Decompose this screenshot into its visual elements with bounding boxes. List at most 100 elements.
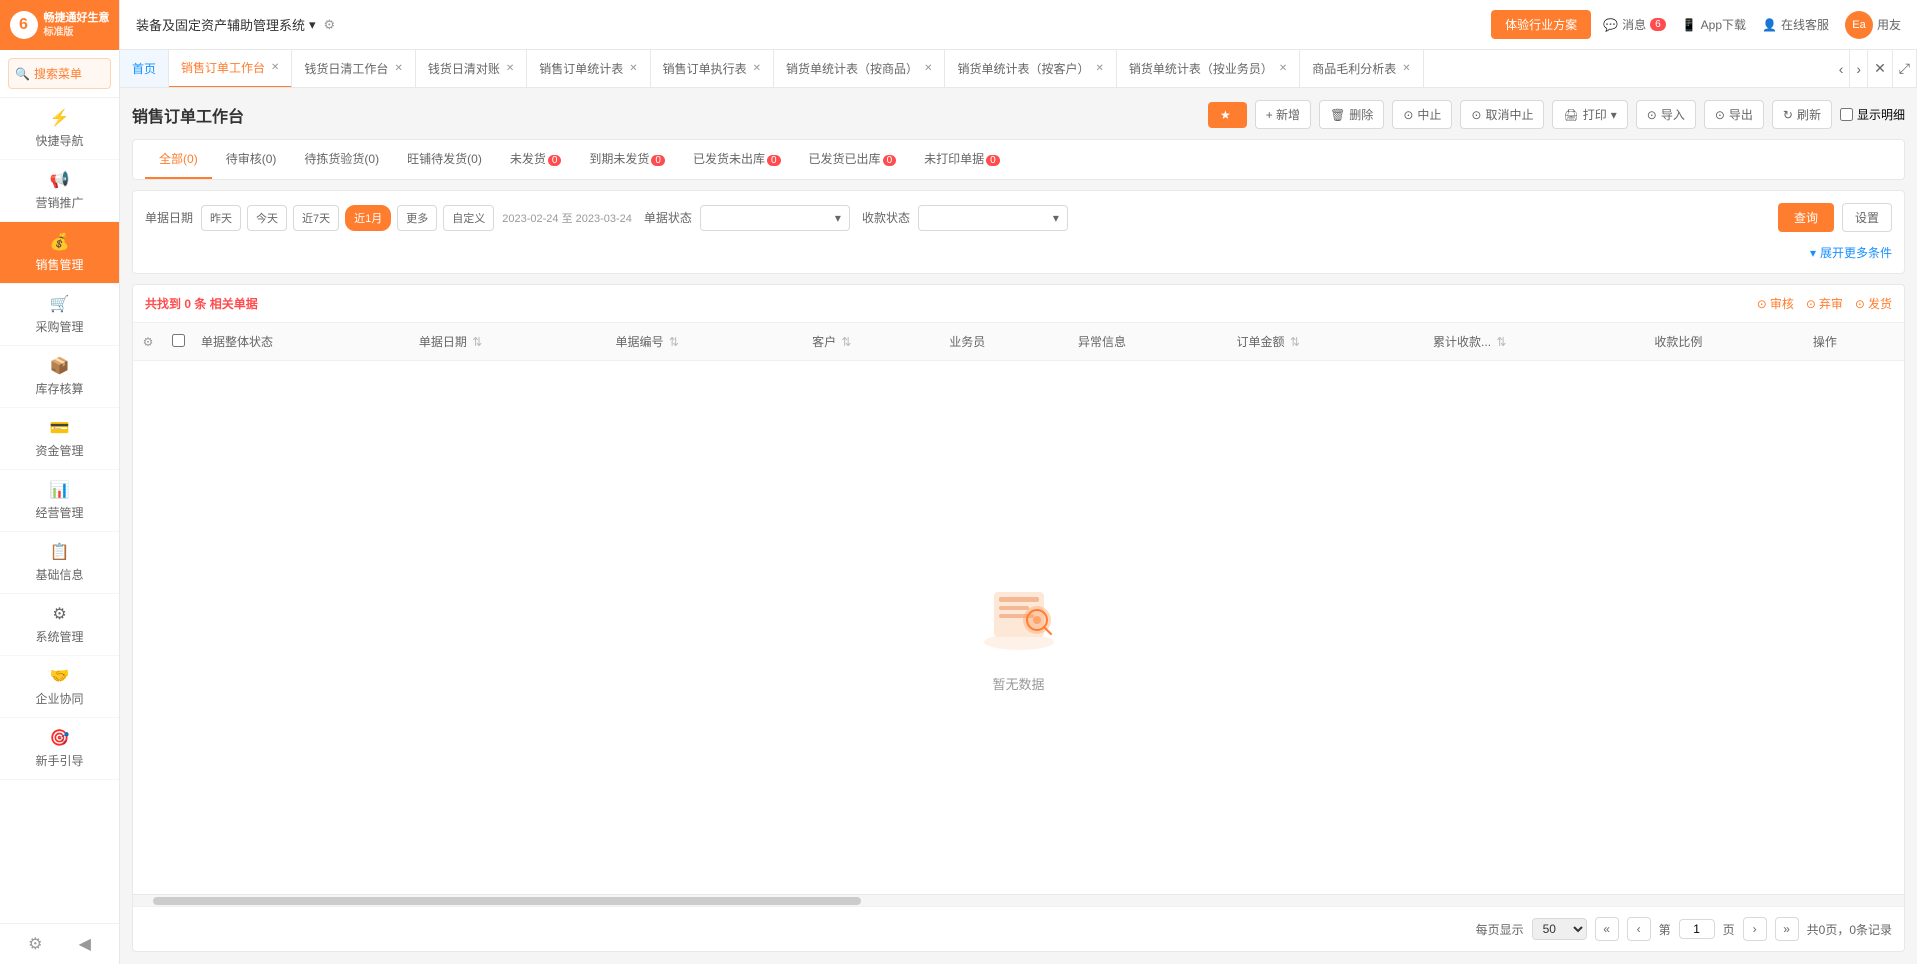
cancel-stop-button[interactable]: ⊙ 取消中止 [1460, 100, 1544, 129]
system-title-dropdown[interactable]: 装备及固定资产辅助管理系统 ▾ [136, 15, 316, 34]
date-btn-yesterday[interactable]: 昨天 [201, 205, 241, 231]
show-detail-checkbox[interactable] [1840, 108, 1853, 121]
tab-sales-summary-staff[interactable]: 销货单统计表（按业务员） ✕ [1117, 50, 1300, 88]
message-action[interactable]: 💬 消息 6 [1603, 16, 1666, 33]
query-button[interactable]: 查询 [1778, 203, 1834, 232]
filter-tab-pending-review[interactable]: 待审核(0) [212, 140, 291, 179]
tab-close-sales-stats[interactable]: ✕ [629, 63, 637, 74]
solution-button[interactable]: 体验行业方案 [1491, 10, 1591, 39]
filter-tab-shipped-not-out[interactable]: 已发货未出库0 [679, 140, 795, 179]
tab-expand-button[interactable]: ⤢ [1893, 50, 1917, 88]
tab-sales-exec[interactable]: 销售订单执行表 ✕ [651, 50, 774, 88]
date-btn-more[interactable]: 更多 [397, 205, 437, 231]
tab-close-sales-exec[interactable]: ✕ [753, 63, 761, 74]
scroll-thumb[interactable] [153, 897, 861, 905]
filter-tab-not-shipped[interactable]: 未发货0 [496, 140, 576, 179]
stop-button[interactable]: ⊙ 中止 [1392, 100, 1452, 129]
filter-tab-wangpu-pending[interactable]: 旺铺待发货(0) [393, 140, 496, 179]
sidebar-item-finance[interactable]: 💳 资金管理 [0, 408, 119, 470]
filter-tab-shipped-out[interactable]: 已发货已出库0 [795, 140, 911, 179]
sort-number-icon[interactable]: ⇅ [669, 335, 679, 349]
tab-close-sales-summary-staff[interactable]: ✕ [1279, 63, 1287, 74]
horizontal-scrollbar[interactable] [133, 894, 1904, 906]
tab-close-sales-summary-product[interactable]: ✕ [924, 63, 932, 74]
print-button[interactable]: 🖨 打印 ▾ [1552, 100, 1627, 129]
column-settings[interactable]: ⚙ [133, 323, 163, 361]
search-menu-button[interactable]: 🔍 搜索菜单 [8, 58, 111, 89]
tab-home[interactable]: 首页 [120, 50, 169, 88]
not-shipped-badge: 0 [548, 155, 562, 166]
sidebar-item-system[interactable]: ⚙ 系统管理 [0, 594, 119, 656]
page-prev-button[interactable]: ‹ [1627, 917, 1651, 941]
set-button[interactable]: 设置 [1842, 203, 1892, 232]
sort-customer-icon[interactable]: ⇅ [841, 335, 851, 349]
result-count: 0 [184, 297, 191, 311]
payment-select[interactable]: ▾ [918, 205, 1068, 231]
show-detail-checkbox-label[interactable]: 显示明细 [1840, 106, 1905, 123]
tab-sales-stats[interactable]: 销售订单统计表 ✕ [527, 50, 650, 88]
filter-tabs: 全部(0) 待审核(0) 待拣货验货(0) 旺铺待发货(0) 未发货0 到期未发… [132, 139, 1905, 180]
settings-gear-icon[interactable]: ⚙ [324, 17, 336, 33]
sidebar-item-purchase[interactable]: 🛒 采购管理 [0, 284, 119, 346]
collapse-sidebar-icon[interactable]: ◀ [79, 934, 91, 954]
tab-close-sales-summary-customer[interactable]: ✕ [1095, 63, 1103, 74]
delete-button[interactable]: 🗑 删除 [1319, 100, 1384, 129]
settings-bottom-icon[interactable]: ⚙ [28, 934, 42, 954]
select-all-header[interactable] [163, 323, 193, 361]
ship-action[interactable]: ⊙ 发货 [1855, 295, 1892, 312]
page-next-button[interactable]: › [1743, 917, 1767, 941]
date-btn-today[interactable]: 今天 [247, 205, 287, 231]
export-button[interactable]: ⊙ 导出 [1704, 100, 1764, 129]
tab-close-sales-workbench[interactable]: ✕ [271, 62, 279, 73]
import-button[interactable]: ⊙ 导入 [1636, 100, 1696, 129]
page-number-input[interactable] [1679, 919, 1715, 939]
filter-tab-all[interactable]: 全部(0) [145, 140, 212, 179]
refresh-button[interactable]: ↻ 刷新 [1772, 100, 1832, 129]
user-profile-action[interactable]: Ea 用友 [1845, 11, 1901, 39]
page-first-button[interactable]: « [1595, 917, 1619, 941]
tab-gross-profit[interactable]: 商品毛利分析表 ✕ [1300, 50, 1423, 88]
tab-sales-summary-product[interactable]: 销货单统计表（按商品） ✕ [774, 50, 945, 88]
date-btn-custom[interactable]: 自定义 [443, 205, 494, 231]
sidebar-item-operation[interactable]: 📊 经营管理 [0, 470, 119, 532]
data-table: ⚙ 单据整体状态 单据日期 ⇅ 单据编号 ⇅ [133, 323, 1904, 361]
sidebar-item-sales[interactable]: 💰 销售管理 [0, 222, 119, 284]
review-action[interactable]: ⊙ 审核 [1757, 295, 1794, 312]
status-select[interactable]: ▾ [700, 205, 850, 231]
sort-amount-icon[interactable]: ⇅ [1290, 335, 1300, 349]
add-button[interactable]: + 新增 [1255, 100, 1311, 129]
sidebar-item-basic[interactable]: 📋 基础信息 [0, 532, 119, 594]
tab-cash-reconcile[interactable]: 钱货日清对账 ✕ [416, 50, 527, 88]
tab-sales-workbench[interactable]: 销售订单工作台 ✕ [169, 50, 292, 88]
page-size-select[interactable]: 50 20 100 [1532, 918, 1587, 940]
expand-conditions-button[interactable]: ▾ 展开更多条件 [1810, 244, 1892, 261]
sort-collected-icon[interactable]: ⇅ [1496, 335, 1506, 349]
filter-tab-pending-inspect[interactable]: 待拣货验货(0) [290, 140, 393, 179]
online-service-action[interactable]: 👤 在线客服 [1762, 16, 1829, 33]
sidebar-item-cooperation[interactable]: 🤝 企业协同 [0, 656, 119, 718]
filter-tab-not-printed[interactable]: 未打印单据0 [910, 140, 1014, 179]
tab-close-cash-daily[interactable]: ✕ [394, 63, 402, 74]
sidebar-search-area: 🔍 搜索菜单 [0, 50, 119, 98]
tab-close-all-button[interactable]: ✕ [1868, 50, 1893, 88]
tab-next-button[interactable]: › [1850, 50, 1868, 88]
cancel-review-action[interactable]: ⊙ 弃审 [1806, 295, 1843, 312]
tab-close-gross-profit[interactable]: ✕ [1402, 63, 1410, 74]
page-last-button[interactable]: » [1775, 917, 1799, 941]
tab-sales-summary-customer[interactable]: 销货单统计表（按客户） ✕ [945, 50, 1116, 88]
date-btn-7days[interactable]: 近7天 [293, 205, 339, 231]
sidebar-item-guide[interactable]: 🎯 新手引导 [0, 718, 119, 780]
filter-tab-overdue-not-shipped[interactable]: 到期未发货0 [575, 140, 679, 179]
star-icon: ★ [1220, 108, 1231, 122]
sidebar-item-quick-nav[interactable]: ⚡ 快捷导航 [0, 98, 119, 160]
sort-date-icon[interactable]: ⇅ [472, 335, 482, 349]
tab-close-cash-reconcile[interactable]: ✕ [506, 63, 514, 74]
app-download-action[interactable]: 📱 App下载 [1682, 16, 1746, 33]
tab-prev-button[interactable]: ‹ [1833, 50, 1851, 88]
date-btn-1month[interactable]: 近1月 [345, 205, 391, 231]
sidebar-item-marketing[interactable]: 📢 营销推广 [0, 160, 119, 222]
select-all-checkbox[interactable] [172, 334, 185, 347]
sidebar-item-inventory[interactable]: 📦 库存核算 [0, 346, 119, 408]
smart-create-button[interactable]: ★ [1208, 102, 1247, 128]
tab-cash-daily[interactable]: 钱货日清工作台 ✕ [292, 50, 415, 88]
